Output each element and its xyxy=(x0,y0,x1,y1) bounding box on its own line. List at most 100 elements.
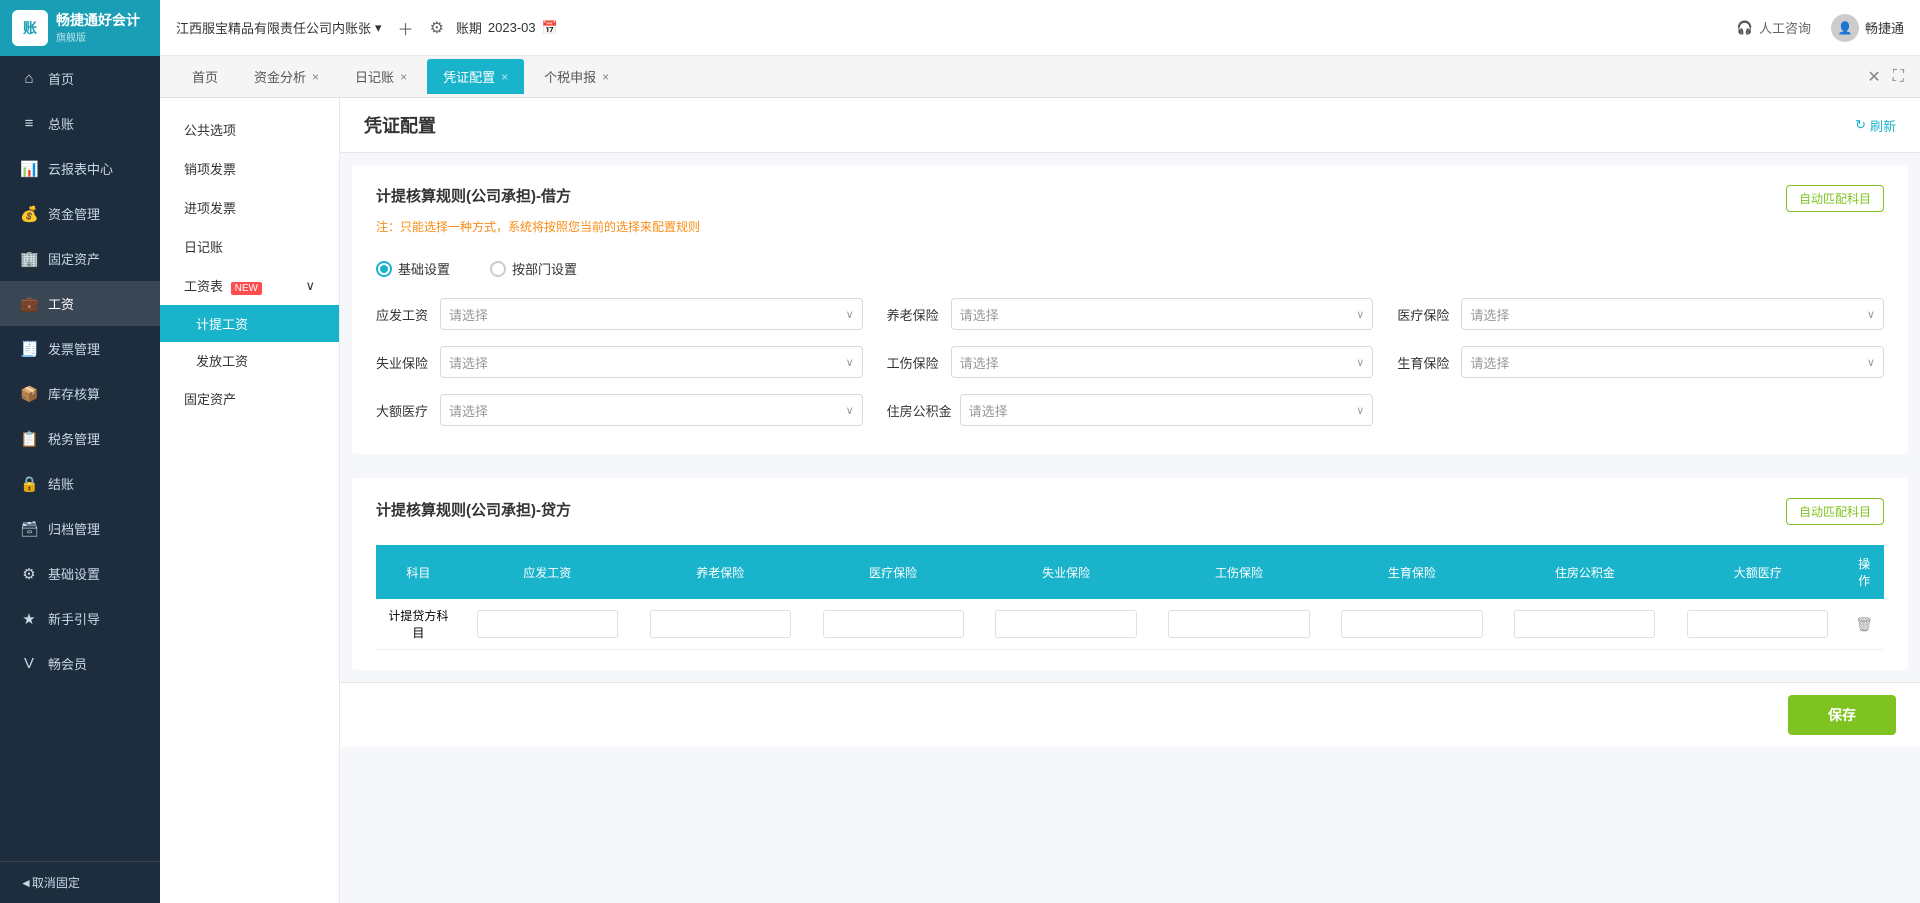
field-yiliao-select[interactable]: 请选择 ∨ xyxy=(1461,298,1884,330)
credit-row-yiliao[interactable] xyxy=(807,599,980,650)
sidebar-item-inventory[interactable]: 📦 库存核算 xyxy=(0,371,160,416)
field-zhufang-select[interactable]: 请选择 ∨ xyxy=(960,394,1374,426)
tab-funds-label: 资金分析 xyxy=(254,67,306,86)
tab-voucher-close[interactable]: × xyxy=(501,70,508,84)
sidebar-item-assets[interactable]: 🏢 固定资产 xyxy=(0,236,160,281)
sidebar-item-label: 工资 xyxy=(48,294,74,313)
sidebar-item-salary[interactable]: 💼 工资 xyxy=(0,281,160,326)
add-icon[interactable]: ＋ xyxy=(398,16,414,40)
credit-input-shiye[interactable] xyxy=(995,610,1136,638)
credit-row-yanglao[interactable] xyxy=(634,599,807,650)
expand-icon[interactable]: ⛶ xyxy=(1893,68,1904,86)
sidebar-item-vip[interactable]: V 畅会员 xyxy=(0,641,160,686)
sidebar-item-invoice[interactable]: 🧾 发票管理 xyxy=(0,326,160,371)
close-all-icon[interactable]: ✕ xyxy=(1867,67,1880,87)
credit-section-header: 计提核算规则(公司承担)-贷方 自动匹配科目 xyxy=(376,498,1884,533)
credit-row-gongshang[interactable] xyxy=(1153,599,1326,650)
save-button[interactable]: 保存 xyxy=(1788,695,1896,735)
chevron-down-icon: ∨ xyxy=(1356,308,1364,321)
sidebar-item-settings[interactable]: ⚙ 基础设置 xyxy=(0,551,160,596)
sidebar-logo: 账 畅捷通好会计 旗舰版 xyxy=(0,0,160,56)
tab-funds[interactable]: 资金分析 × xyxy=(238,59,335,94)
credit-input-daejiao[interactable] xyxy=(1687,610,1828,638)
radio-dept[interactable]: 按部门设置 xyxy=(490,259,577,278)
period-selector[interactable]: 账期 2023-03 📅 xyxy=(456,18,558,37)
save-bar: 保存 xyxy=(340,682,1920,747)
field-shiye-select[interactable]: 请选择 ∨ xyxy=(440,346,863,378)
left-nav-accrual[interactable]: 计提工资 xyxy=(160,305,339,342)
tab-tax-close[interactable]: × xyxy=(602,70,609,84)
tab-journal[interactable]: 日记账 × xyxy=(339,59,423,94)
radio-basic[interactable]: 基础设置 xyxy=(376,259,450,278)
sidebar-item-guide[interactable]: ★ 新手引导 xyxy=(0,596,160,641)
assets-icon: 🏢 xyxy=(20,250,38,268)
invoice-icon: 🧾 xyxy=(20,340,38,358)
field-shengyu-baoxian: 生育保险 请选择 ∨ xyxy=(1397,346,1884,378)
field-daejiao-yiliao: 大额医疗 请选择 ∨ xyxy=(376,394,863,426)
chevron-down-icon: ∨ xyxy=(1356,404,1364,417)
refresh-button[interactable]: ↻ 刷新 xyxy=(1855,116,1896,135)
credit-input-yanglao[interactable] xyxy=(650,610,791,638)
left-nav-payroll-table[interactable]: 工资表 NEW ∨ xyxy=(160,266,339,305)
cancel-fixed-button[interactable]: ◄取消固定 xyxy=(0,861,160,903)
topbar-right: 🎧 人工咨询 👤 畅捷通 xyxy=(1737,14,1904,42)
field-daejiao-select[interactable]: 请选择 ∨ xyxy=(440,394,863,426)
sidebar-item-tax[interactable]: 📋 税务管理 xyxy=(0,416,160,461)
left-nav-payment[interactable]: 发放工资 xyxy=(160,342,339,379)
tab-tax[interactable]: 个税申报 × xyxy=(528,59,625,94)
sidebar-item-archive[interactable]: 🗃 归档管理 xyxy=(0,506,160,551)
service-button[interactable]: 🎧 人工咨询 xyxy=(1737,18,1811,37)
content-wrapper: 公共选项 销项发票 进项发票 日记账 工资表 NEW ∨ 计提工资 xyxy=(160,98,1920,903)
sidebar-item-home[interactable]: ⌂ 首页 xyxy=(0,56,160,101)
left-nav-public[interactable]: 公共选项 xyxy=(160,110,339,149)
field-gongshang-select[interactable]: 请选择 ∨ xyxy=(951,346,1374,378)
credit-input-shengyu[interactable] xyxy=(1341,610,1482,638)
company-selector[interactable]: 江西服宝精品有限责任公司内账张 ▾ xyxy=(176,18,382,37)
left-nav-purchase-label: 进项发票 xyxy=(184,198,236,217)
tab-journal-close[interactable]: × xyxy=(400,70,407,84)
left-nav-fixed-assets-label: 固定资产 xyxy=(184,389,236,408)
credit-row-shengyu[interactable] xyxy=(1325,599,1498,650)
sidebar-item-ledger[interactable]: ≡ 总账 xyxy=(0,101,160,146)
field-yanglao-select[interactable]: 请选择 ∨ xyxy=(951,298,1374,330)
tab-funds-close[interactable]: × xyxy=(312,70,319,84)
sidebar-item-funds[interactable]: 💰 资金管理 xyxy=(0,191,160,236)
credit-row-daejiao[interactable] xyxy=(1671,599,1844,650)
field-yingfa-select[interactable]: 请选择 ∨ xyxy=(440,298,863,330)
sidebar-item-reports[interactable]: 📊 云报表中心 xyxy=(0,146,160,191)
archive-icon: 🗃 xyxy=(20,520,38,538)
field-gongshang-baoxian: 工伤保险 请选择 ∨ xyxy=(887,346,1374,378)
debit-auto-match-button[interactable]: 自动匹配科目 xyxy=(1786,185,1884,212)
radio-basic-label: 基础设置 xyxy=(398,259,450,278)
tab-home[interactable]: 首页 xyxy=(176,59,234,94)
credit-row-yingfa[interactable] xyxy=(461,599,634,650)
credit-row-shiye[interactable] xyxy=(980,599,1153,650)
credit-row-zhufang[interactable] xyxy=(1498,599,1671,650)
col-yingfa: 应发工资 xyxy=(461,545,634,599)
field-daejiao-label: 大额医疗 xyxy=(376,401,432,420)
delete-row-icon[interactable]: 🗑 xyxy=(1855,616,1873,632)
credit-input-zhufang[interactable] xyxy=(1514,610,1655,638)
credit-auto-match-button[interactable]: 自动匹配科目 xyxy=(1786,498,1884,525)
topbar-actions: ＋ ⚙ xyxy=(398,16,444,40)
tab-voucher[interactable]: 凭证配置 × xyxy=(427,59,524,94)
credit-input-gongshang[interactable] xyxy=(1168,610,1309,638)
sidebar-item-closing[interactable]: 🔒 结账 xyxy=(0,461,160,506)
left-nav-sales[interactable]: 销项发票 xyxy=(160,149,339,188)
chevron-down-icon: ∨ xyxy=(1867,308,1875,321)
sidebar-item-label: 新手引导 xyxy=(48,609,100,628)
field-zhufang-label: 住房公积金 xyxy=(887,401,952,420)
credit-input-yiliao[interactable] xyxy=(823,610,964,638)
credit-input-yingfa[interactable] xyxy=(477,610,618,638)
field-shengyu-select[interactable]: 请选择 ∨ xyxy=(1461,346,1884,378)
left-nav-journal[interactable]: 日记账 xyxy=(160,227,339,266)
tab-voucher-label: 凭证配置 xyxy=(443,67,495,86)
main-area: 江西服宝精品有限责任公司内账张 ▾ ＋ ⚙ 账期 2023-03 📅 🎧 人工咨… xyxy=(160,0,1920,903)
user-menu[interactable]: 👤 畅捷通 xyxy=(1831,14,1904,42)
inventory-icon: 📦 xyxy=(20,385,38,403)
field-shengyu-label: 生育保险 xyxy=(1397,353,1453,372)
gear-icon[interactable]: ⚙ xyxy=(430,18,444,38)
col-yiliao: 医疗保险 xyxy=(807,545,980,599)
left-nav-purchase[interactable]: 进项发票 xyxy=(160,188,339,227)
left-nav-fixed-assets[interactable]: 固定资产 xyxy=(160,379,339,418)
